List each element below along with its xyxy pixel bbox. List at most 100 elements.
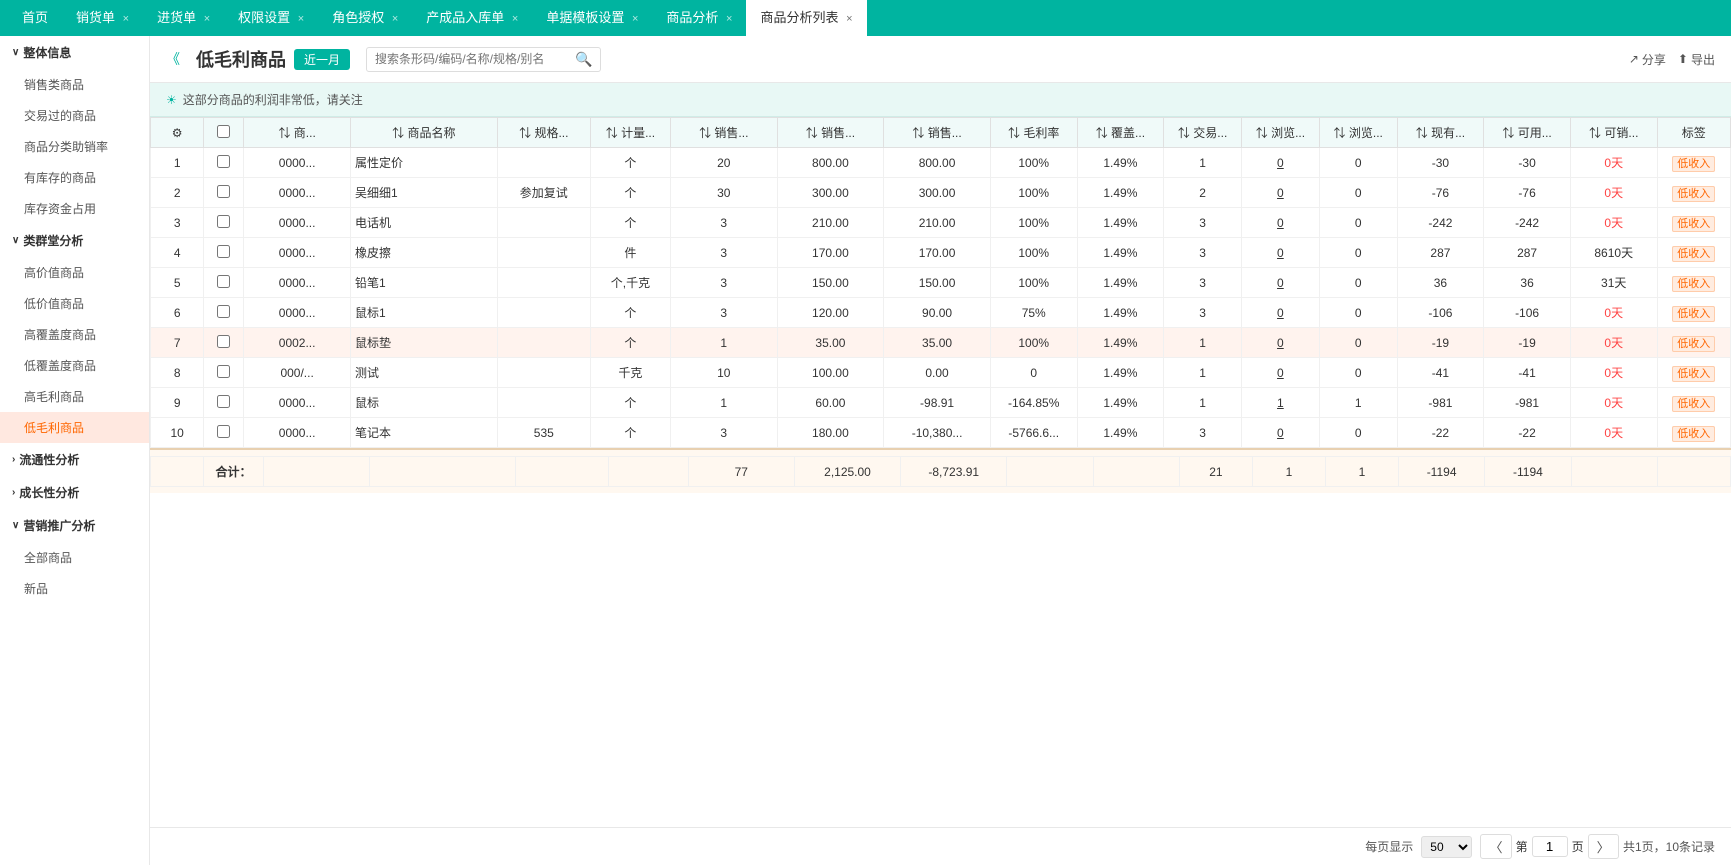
row-view1[interactable]: 0	[1242, 268, 1320, 298]
th-name[interactable]: ⇅ 商品名称	[350, 118, 497, 148]
row-checkbox[interactable]	[217, 425, 230, 438]
th-settings[interactable]: ⚙	[151, 118, 204, 148]
sidebar-item-category-assist[interactable]: 商品分类助销率	[0, 131, 149, 162]
sidebar-group-title-marketing[interactable]: ∨ 营销推广分析	[0, 509, 149, 542]
th-code[interactable]: ⇅ 商...	[244, 118, 351, 148]
sidebar-group-title-growth[interactable]: › 成长性分析	[0, 476, 149, 509]
close-icon[interactable]: ×	[632, 13, 638, 25]
row-view1[interactable]: 0	[1242, 358, 1320, 388]
row-checkbox-cell[interactable]	[204, 178, 244, 208]
select-all-checkbox[interactable]	[217, 125, 230, 138]
th-available[interactable]: ⇅ 可用...	[1484, 118, 1571, 148]
sidebar-group-title-overall[interactable]: ∨ 整体信息	[0, 36, 149, 69]
nav-purchase[interactable]: 进货单 ×	[143, 0, 224, 36]
row-checkbox[interactable]	[217, 335, 230, 348]
row-checkbox-cell[interactable]	[204, 388, 244, 418]
row-checkbox[interactable]	[217, 185, 230, 198]
close-icon[interactable]: ×	[512, 13, 518, 25]
view1-link[interactable]: 0	[1277, 306, 1284, 320]
th-sale2[interactable]: ⇅ 销售...	[777, 118, 884, 148]
th-txn[interactable]: ⇅ 交易...	[1164, 118, 1242, 148]
view1-link[interactable]: 0	[1277, 366, 1284, 380]
sidebar-item-high-margin[interactable]: 高毛利商品	[0, 381, 149, 412]
row-view1[interactable]: 1	[1242, 388, 1320, 418]
sidebar-item-high-coverage[interactable]: 高覆盖度商品	[0, 319, 149, 350]
nav-roles[interactable]: 角色授权 ×	[318, 0, 412, 36]
th-current[interactable]: ⇅ 现有...	[1397, 118, 1484, 148]
view1-link[interactable]: 1	[1277, 396, 1284, 410]
row-checkbox-cell[interactable]	[204, 418, 244, 448]
nav-analysis[interactable]: 商品分析 ×	[652, 0, 746, 36]
sidebar-item-traded-goods[interactable]: 交易过的商品	[0, 100, 149, 131]
sidebar-item-high-value[interactable]: 高价值商品	[0, 257, 149, 288]
close-icon[interactable]: ×	[846, 13, 852, 25]
row-view1[interactable]: 0	[1242, 208, 1320, 238]
row-checkbox[interactable]	[217, 305, 230, 318]
row-checkbox[interactable]	[217, 245, 230, 258]
row-checkbox-cell[interactable]	[204, 268, 244, 298]
row-checkbox[interactable]	[217, 395, 230, 408]
row-view1[interactable]: 0	[1242, 418, 1320, 448]
close-icon[interactable]: ×	[123, 13, 129, 25]
view1-link[interactable]: 0	[1277, 216, 1284, 230]
sidebar-item-all-goods[interactable]: 全部商品	[0, 542, 149, 573]
nav-permissions[interactable]: 权限设置 ×	[224, 0, 318, 36]
view1-link[interactable]: 0	[1277, 186, 1284, 200]
close-icon[interactable]: ×	[726, 13, 732, 25]
row-checkbox-cell[interactable]	[204, 148, 244, 178]
view1-link[interactable]: 0	[1277, 336, 1284, 350]
th-check[interactable]	[204, 118, 244, 148]
nav-sales[interactable]: 销货单 ×	[62, 0, 143, 36]
th-view2[interactable]: ⇅ 浏览...	[1319, 118, 1397, 148]
search-input[interactable]	[375, 52, 575, 66]
th-tag[interactable]: 标签	[1657, 118, 1730, 148]
th-coverage[interactable]: ⇅ 覆盖...	[1077, 118, 1164, 148]
prev-page-button[interactable]: 〈	[1480, 834, 1511, 859]
nav-analysis-list[interactable]: 商品分析列表 ×	[746, 0, 866, 36]
collapse-button[interactable]: 《	[166, 49, 180, 69]
close-icon[interactable]: ×	[204, 13, 210, 25]
th-spec[interactable]: ⇅ 规格...	[497, 118, 590, 148]
row-checkbox-cell[interactable]	[204, 298, 244, 328]
row-view1[interactable]: 0	[1242, 328, 1320, 358]
row-view1[interactable]: 0	[1242, 298, 1320, 328]
view1-link[interactable]: 0	[1277, 156, 1284, 170]
row-view1[interactable]: 0	[1242, 178, 1320, 208]
next-page-button[interactable]: 〉	[1588, 834, 1619, 859]
row-checkbox-cell[interactable]	[204, 238, 244, 268]
close-icon[interactable]: ×	[392, 13, 398, 25]
row-checkbox-cell[interactable]	[204, 328, 244, 358]
th-view1[interactable]: ⇅ 浏览...	[1242, 118, 1320, 148]
sidebar-item-stock-goods[interactable]: 有库存的商品	[0, 162, 149, 193]
table-container[interactable]: ⚙ ⇅ 商... ⇅ 商品名称 ⇅ 规格... ⇅ 计量... ⇅ 销售... …	[150, 117, 1731, 827]
sidebar-item-low-value[interactable]: 低价值商品	[0, 288, 149, 319]
th-sellable[interactable]: ⇅ 可销...	[1570, 118, 1657, 148]
nav-template[interactable]: 单据模板设置 ×	[532, 0, 652, 36]
view1-link[interactable]: 0	[1277, 246, 1284, 260]
nav-product-in[interactable]: 产成品入库单 ×	[412, 0, 532, 36]
search-icon[interactable]: 🔍	[575, 51, 592, 68]
row-view1[interactable]: 0	[1242, 238, 1320, 268]
date-badge[interactable]: 近一月	[294, 49, 350, 70]
per-page-select[interactable]: 50 100 200	[1421, 836, 1472, 858]
row-checkbox-cell[interactable]	[204, 208, 244, 238]
sidebar-group-title-cluster[interactable]: ∨ 类群堂分析	[0, 224, 149, 257]
sidebar-item-sales-goods[interactable]: 销售类商品	[0, 69, 149, 100]
nav-home[interactable]: 首页	[8, 0, 62, 36]
th-sale1[interactable]: ⇅ 销售...	[670, 118, 777, 148]
row-checkbox-cell[interactable]	[204, 358, 244, 388]
page-input[interactable]	[1532, 836, 1568, 857]
sidebar-item-inventory-fund[interactable]: 库存资金占用	[0, 193, 149, 224]
row-view1[interactable]: 0	[1242, 148, 1320, 178]
view1-link[interactable]: 0	[1277, 276, 1284, 290]
row-checkbox[interactable]	[217, 365, 230, 378]
sidebar-item-new-goods[interactable]: 新品	[0, 573, 149, 604]
sidebar-item-low-margin[interactable]: 低毛利商品	[0, 412, 149, 443]
th-sale3[interactable]: ⇅ 销售...	[884, 118, 991, 148]
sidebar-group-title-liquidity[interactable]: › 流通性分析	[0, 443, 149, 476]
row-checkbox[interactable]	[217, 215, 230, 228]
view1-link[interactable]: 0	[1277, 426, 1284, 440]
export-button[interactable]: ⬆ 导出	[1678, 51, 1715, 68]
th-gross-rate[interactable]: ⇅ 毛利率	[990, 118, 1077, 148]
row-checkbox[interactable]	[217, 275, 230, 288]
